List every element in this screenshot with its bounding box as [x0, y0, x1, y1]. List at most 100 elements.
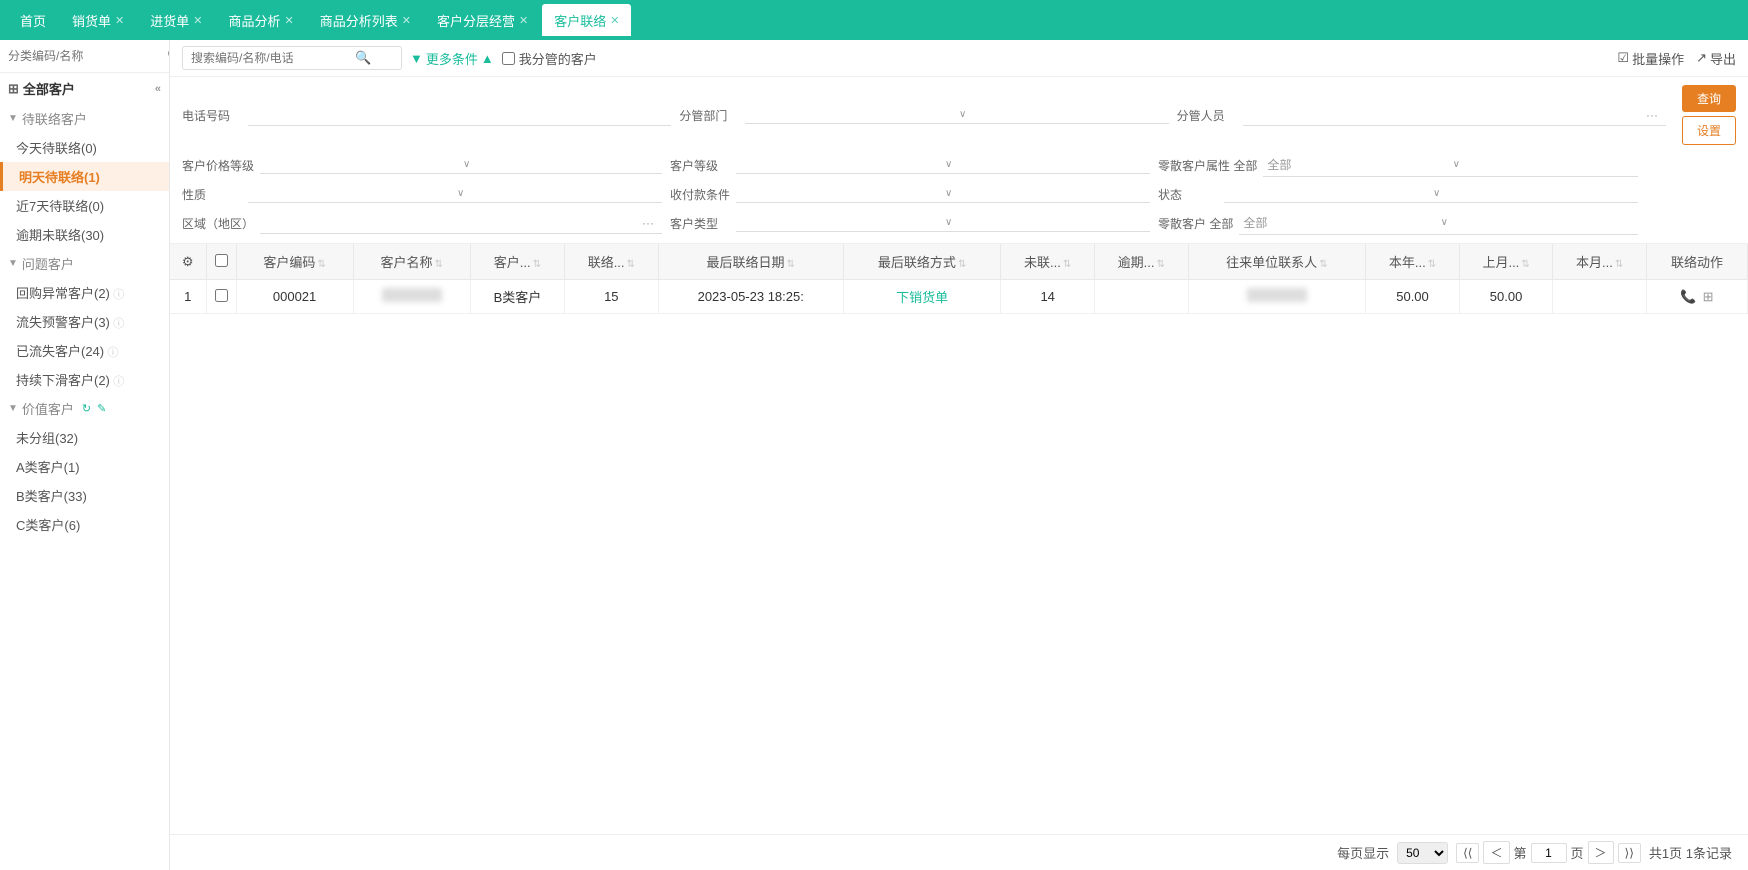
- search-box: 🔍: [182, 46, 402, 70]
- filter-dept-select[interactable]: ∨: [745, 106, 1168, 124]
- nav-close-purchase[interactable]: ✕: [193, 14, 202, 27]
- phone-icon[interactable]: 📞: [1680, 289, 1696, 305]
- sidebar-item-lost[interactable]: 已流失客户(24) ⓘ: [0, 336, 169, 365]
- toolbar-right: ☑ 批量操作 ↗ 导出: [1617, 49, 1736, 68]
- sidebar-all-customers[interactable]: ⊞ 全部客户 «: [0, 73, 169, 104]
- per-page-select[interactable]: 50 10 20 100: [1397, 842, 1448, 864]
- filter-nature-select[interactable]: ∨: [248, 185, 662, 203]
- filter-customer-grade-label: 客户等级: [670, 157, 730, 174]
- th-type[interactable]: 客户...⇅: [470, 244, 564, 280]
- sidebar-item-overdue[interactable]: 逾期未联络(30): [0, 220, 169, 249]
- th-this-year[interactable]: 本年...⇅: [1366, 244, 1460, 280]
- filter-row-4: 区域（地区） ··· 客户类型 ∨ 零散客户 全部 全: [182, 211, 1736, 235]
- th-last-month[interactable]: 上月...⇅: [1459, 244, 1553, 280]
- th-settings[interactable]: ⚙: [170, 244, 206, 280]
- filter-nature-label: 性质: [182, 186, 242, 203]
- help-icon-1: ⓘ: [113, 289, 124, 301]
- nav-close-goods-analysis[interactable]: ✕: [285, 14, 294, 27]
- nav-item-goods-analysis[interactable]: 商品分析 ✕: [216, 4, 305, 36]
- nav-item-sales[interactable]: 销货单 ✕: [60, 4, 136, 36]
- nav-item-goods-analysis-list[interactable]: 商品分析列表 ✕: [308, 4, 423, 36]
- grid-action-icon[interactable]: ⊞: [1703, 289, 1714, 305]
- help-icon-2: ⓘ: [113, 318, 124, 330]
- filter-payment-select[interactable]: ∨: [736, 185, 1150, 203]
- filter-retail-customer: 零散客户 全部 全部 ∨: [1158, 211, 1638, 235]
- nav-item-customer-contact[interactable]: 客户联络 ✕: [542, 4, 631, 36]
- export-icon: ↗: [1696, 50, 1707, 66]
- sidebar-item-type-c[interactable]: C类客户(6): [0, 510, 169, 539]
- my-customer-checkbox[interactable]: 我分管的客户: [502, 49, 597, 68]
- sidebar: 🔍 ⊞ 全部客户 « ▼ 待联络客户 今天待联络(0) 明天待联络(1) 近7天…: [0, 40, 170, 870]
- nav-close-goods-analysis-list[interactable]: ✕: [402, 14, 411, 27]
- nav-close-sales[interactable]: ✕: [115, 14, 124, 27]
- filter-retail-attr-select[interactable]: 全部 ∨: [1263, 153, 1638, 177]
- filter-customer-type-select[interactable]: ∨: [736, 214, 1150, 232]
- sidebar-search-input[interactable]: [8, 49, 163, 63]
- batch-op-btn[interactable]: ☑ 批量操作: [1617, 49, 1684, 68]
- manager-ellipsis[interactable]: ···: [1642, 108, 1662, 122]
- nav-item-purchase[interactable]: 进货单 ✕: [138, 4, 214, 36]
- prev-page-btn[interactable]: ＜: [1483, 841, 1509, 864]
- nav-item-customer-tier[interactable]: 客户分层经营 ✕: [425, 4, 540, 36]
- grid-icon: ⊞: [8, 81, 19, 97]
- filter-manager-label: 分管人员: [1177, 107, 1237, 124]
- next-page-btn[interactable]: ＞: [1588, 841, 1614, 864]
- sidebar-item-ungrouped[interactable]: 未分组(32): [0, 423, 169, 452]
- filter-region-label: 区域（地区）: [182, 215, 254, 232]
- filter-status-select[interactable]: ∨: [1224, 185, 1638, 203]
- sidebar-item-tomorrow-pending[interactable]: 明天待联络(1): [0, 162, 169, 191]
- page-input[interactable]: [1531, 843, 1567, 863]
- region-ellipsis[interactable]: ···: [638, 216, 658, 230]
- last-contact-method-link[interactable]: 下销货单: [896, 290, 948, 305]
- nav-close-customer-tier[interactable]: ✕: [519, 14, 528, 27]
- th-code[interactable]: 客户编码⇅: [236, 244, 353, 280]
- nav-close-customer-contact[interactable]: ✕: [610, 14, 619, 27]
- sidebar-item-declining[interactable]: 持续下滑客户(2) ⓘ: [0, 365, 169, 394]
- th-name[interactable]: 客户名称⇅: [353, 244, 470, 280]
- edit-icon[interactable]: ✎: [97, 402, 106, 415]
- select-all-checkbox[interactable]: [215, 254, 228, 267]
- th-contact-count[interactable]: 联络...⇅: [565, 244, 659, 280]
- th-this-month[interactable]: 本月...⇅: [1553, 244, 1647, 280]
- sidebar-item-type-b[interactable]: B类客户(33): [0, 481, 169, 510]
- per-page-label: 每页显示: [1337, 843, 1389, 862]
- settings-button[interactable]: 设置: [1682, 116, 1736, 145]
- last-page-btn[interactable]: ⟩⟩: [1618, 843, 1641, 863]
- td-num: 1: [170, 280, 206, 314]
- arrow-icon: ▼: [8, 113, 18, 124]
- filter-customer-grade-select[interactable]: ∨: [736, 156, 1150, 174]
- th-checkbox: [206, 244, 236, 280]
- th-overdue[interactable]: 逾期...⇅: [1094, 244, 1188, 280]
- refresh-icon[interactable]: ↻: [82, 402, 91, 415]
- caret-icon-grade: ∨: [945, 159, 1146, 170]
- filter-payment-label: 收付款条件: [670, 186, 730, 203]
- nav-item-home[interactable]: 首页: [8, 4, 58, 36]
- filter-customer-grade: 客户等级 ∨: [670, 156, 1150, 174]
- sidebar-item-today-pending[interactable]: 今天待联络(0): [0, 133, 169, 162]
- page-suffix: 页: [1571, 843, 1584, 862]
- search-icon[interactable]: 🔍: [355, 50, 371, 66]
- my-customer-check[interactable]: [502, 52, 515, 65]
- th-no-contact[interactable]: 未联...⇅: [1001, 244, 1095, 280]
- sidebar-item-loss-warning[interactable]: 流失预警客户(3) ⓘ: [0, 307, 169, 336]
- help-icon-4: ⓘ: [113, 376, 124, 388]
- th-last-contact-method[interactable]: 最后联络方式⇅: [843, 244, 1001, 280]
- td-type: B类客户: [470, 280, 564, 314]
- filter-price-grade-select[interactable]: ∨: [260, 156, 662, 174]
- search-input[interactable]: [191, 51, 351, 65]
- filter-retail-customer-select[interactable]: 全部 ∨: [1239, 211, 1638, 235]
- th-last-contact-date[interactable]: 最后联络日期⇅: [658, 244, 843, 280]
- filter-phone-input[interactable]: [248, 105, 671, 126]
- query-button[interactable]: 查询: [1682, 85, 1736, 112]
- sidebar-item-week-pending[interactable]: 近7天待联络(0): [0, 191, 169, 220]
- row-checkbox[interactable]: [215, 289, 228, 302]
- export-btn[interactable]: ↗ 导出: [1696, 49, 1736, 68]
- sidebar-item-type-a[interactable]: A类客户(1): [0, 452, 169, 481]
- td-this-month: [1553, 280, 1647, 314]
- filter-payment: 收付款条件 ∨: [670, 185, 1150, 203]
- more-filter-btn[interactable]: ▼ 更多条件 ▲: [410, 49, 494, 68]
- first-page-btn[interactable]: ⟨⟨: [1456, 843, 1479, 863]
- sidebar-item-repurchase-abnormal[interactable]: 回购异常客户(2) ⓘ: [0, 278, 169, 307]
- th-related-contact[interactable]: 往来单位联系人⇅: [1188, 244, 1366, 280]
- caret-icon-retail: ∨: [1453, 159, 1634, 170]
